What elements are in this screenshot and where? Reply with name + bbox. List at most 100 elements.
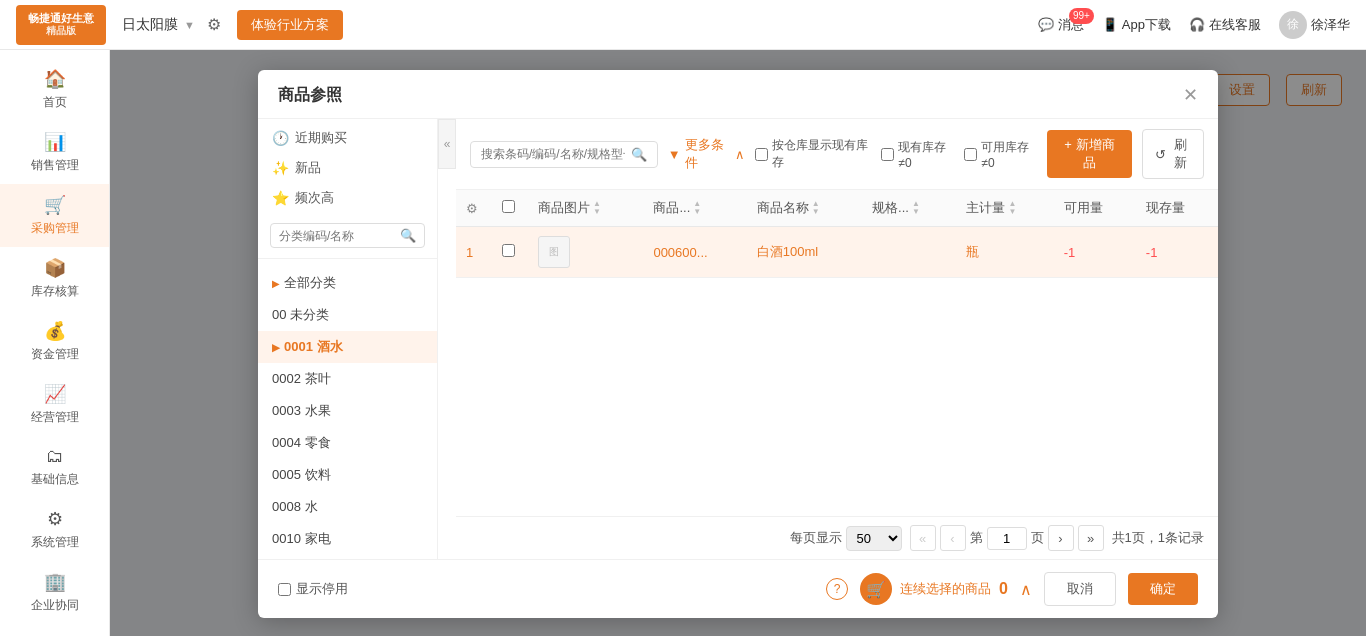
stock-ne0-checkbox[interactable]	[881, 148, 894, 161]
modal-backdrop: 商品参照 ✕ 🕐 近期购买 ✨	[110, 50, 1366, 636]
category-item-0004[interactable]: 0004 零食	[258, 427, 437, 459]
message-button[interactable]: 💬 消息 99+	[1038, 16, 1084, 34]
sidebar-item-corp[interactable]: 🏢 企业协同	[0, 561, 109, 624]
sidebar-item-purchase[interactable]: 🛒 采购管理	[0, 184, 109, 247]
category-panel: 🕐 近期购买 ✨ 新品 ⭐ 频次高	[258, 119, 438, 559]
help-question-mark: ?	[834, 582, 841, 596]
basic-icon: 🗂	[46, 446, 64, 467]
add-product-button[interactable]: + 新增商品	[1047, 130, 1131, 178]
row-checkbox[interactable]	[502, 244, 515, 257]
user-profile[interactable]: 徐 徐泽华	[1279, 11, 1350, 39]
cell-stock: -1	[1136, 227, 1218, 278]
sidebar-label-purchase: 采购管理	[31, 220, 79, 237]
sidebar-item-basic[interactable]: 🗂 基础信息	[0, 436, 109, 498]
category-label-00: 00 未分类	[272, 306, 329, 324]
category-item-0001[interactable]: ▶ 0001 酒水	[258, 331, 437, 363]
first-page-button[interactable]: «	[910, 525, 936, 551]
triangle-icon-all: ▶	[272, 278, 280, 289]
page-number-input[interactable]	[987, 527, 1027, 550]
quick-link-recent[interactable]: 🕐 近期购买	[258, 123, 437, 153]
avatar: 徐	[1279, 11, 1307, 39]
quick-link-new[interactable]: ✨ 新品	[258, 153, 437, 183]
category-item-0008[interactable]: 0008 水	[258, 491, 437, 523]
modal-body: 🕐 近期购买 ✨ 新品 ⭐ 频次高	[258, 119, 1218, 559]
category-item-00[interactable]: 00 未分类	[258, 299, 437, 331]
sidebar-label-business: 经营管理	[31, 409, 79, 426]
show-disabled-label[interactable]: 显示停用	[278, 580, 348, 598]
cell-spec	[862, 227, 956, 278]
th-code: 商品... ▲▼	[643, 190, 746, 227]
footer-collapse-arrow[interactable]: ∧	[1020, 580, 1032, 599]
available-ne0-checkbox[interactable]	[964, 148, 977, 161]
per-page-dropdown[interactable]: 50 100 200	[846, 526, 902, 551]
total-info: 共1页，1条记录	[1112, 529, 1204, 547]
trial-button[interactable]: 体验行业方案	[237, 10, 343, 40]
sidebar: 🏠 首页 📊 销售管理 🛒 采购管理 📦 库存核算 💰 资金管理 📈 经营管理 …	[0, 50, 110, 636]
sidebar-item-home[interactable]: 🏠 首页	[0, 58, 109, 121]
sidebar-item-finance[interactable]: 💰 资金管理	[0, 310, 109, 373]
sidebar-item-inventory[interactable]: 📦 库存核算	[0, 247, 109, 310]
app-download-button[interactable]: 📱 App下载	[1102, 16, 1171, 34]
category-search-input[interactable]	[279, 229, 394, 243]
category-item-0002[interactable]: 0002 茶叶	[258, 363, 437, 395]
main-layout: 🏠 首页 📊 销售管理 🛒 采购管理 📦 库存核算 💰 资金管理 📈 经营管理 …	[0, 50, 1366, 636]
category-item-all[interactable]: ▶ 全部分类	[258, 267, 437, 299]
footer-right: ? 🛒 连续选择的商品 0 ∧ 取消 确定	[826, 572, 1198, 606]
product-search-input[interactable]	[481, 147, 625, 161]
confirm-button[interactable]: 确定	[1128, 573, 1198, 605]
th-image-label: 商品图片	[538, 199, 590, 217]
quick-link-recent-label: 近期购买	[295, 129, 347, 147]
category-item-0005[interactable]: 0005 饮料	[258, 459, 437, 491]
sidebar-item-guide[interactable]: 📖 新手引导	[0, 624, 109, 636]
navbar: 畅捷通好生意 精品版 日太阳膜 ▼ ⚙ 体验行业方案 💬 消息 99+ 📱 Ap…	[0, 0, 1366, 50]
show-disabled-checkbox[interactable]	[278, 583, 291, 596]
cell-unit: 瓶	[956, 227, 1053, 278]
help-icon[interactable]: ?	[826, 578, 848, 600]
sidebar-item-sales[interactable]: 📊 销售管理	[0, 121, 109, 184]
table-row[interactable]: 1 图 000600... 白酒100ml	[456, 227, 1218, 278]
more-filter-button[interactable]: ▼ 更多条件 ∧	[668, 136, 745, 172]
cell-available: -1	[1054, 227, 1136, 278]
last-page-button[interactable]: »	[1078, 525, 1104, 551]
gear-icon[interactable]: ⚙	[207, 15, 221, 34]
inventory-icon: 📦	[44, 257, 66, 279]
cart-icon[interactable]: 🛒	[860, 573, 892, 605]
category-label-0010: 0010 家电	[272, 530, 331, 548]
quick-link-new-label: 新品	[295, 159, 321, 177]
sidebar-item-system[interactable]: ⚙ 系统管理	[0, 498, 109, 561]
th-available: 可用量	[1054, 190, 1136, 227]
category-label-0001: 0001 酒水	[284, 338, 343, 356]
sidebar-item-business[interactable]: 📈 经营管理	[0, 373, 109, 436]
prev-page-button[interactable]: ‹	[940, 525, 966, 551]
table-panel: 🔍 ▼ 更多条件 ∧ 按仓库显示现有库存	[456, 119, 1218, 559]
quick-link-frequent[interactable]: ⭐ 频次高	[258, 183, 437, 213]
sort-arrows-name: ▲▼	[812, 200, 820, 216]
next-page-button[interactable]: ›	[1048, 525, 1074, 551]
category-item-0010[interactable]: 0010 家电	[258, 523, 437, 555]
stock-ne0-checkbox-label[interactable]: 现有库存≠0	[881, 139, 954, 170]
sidebar-label-inventory: 库存核算	[31, 283, 79, 300]
refresh-button[interactable]: ↺ 刷新	[1142, 129, 1204, 179]
quick-link-frequent-label: 频次高	[295, 189, 334, 207]
category-label-0008: 0008 水	[272, 498, 318, 516]
category-list: ▶ 全部分类 00 未分类 ▶ 0001 酒水 0002 茶	[258, 263, 437, 559]
per-page-label: 每页显示	[790, 529, 842, 547]
th-checkbox	[492, 190, 528, 227]
category-item-0003[interactable]: 0003 水果	[258, 395, 437, 427]
modal-close-button[interactable]: ✕	[1183, 84, 1198, 106]
cancel-button[interactable]: 取消	[1044, 572, 1116, 606]
sort-arrows-code: ▲▼	[693, 200, 701, 216]
store-selector[interactable]: 日太阳膜 ▼	[122, 16, 195, 34]
table-settings-icon[interactable]: ⚙	[466, 201, 478, 216]
select-all-checkbox[interactable]	[502, 200, 515, 213]
available-ne0-checkbox-label[interactable]: 可用库存≠0	[964, 139, 1037, 170]
available-value: -1	[1064, 245, 1076, 260]
th-spec: 规格... ▲▼	[862, 190, 956, 227]
page-size-select: 每页显示 50 100 200	[790, 526, 902, 551]
th-name: 商品名称 ▲▼	[747, 190, 862, 227]
online-service-button[interactable]: 🎧 在线客服	[1189, 16, 1261, 34]
collapse-icon: «	[444, 137, 451, 151]
warehouse-stock-checkbox[interactable]	[755, 148, 768, 161]
collapse-panel-button[interactable]: «	[438, 119, 456, 169]
warehouse-stock-checkbox-label[interactable]: 按仓库显示现有库存	[755, 137, 871, 171]
